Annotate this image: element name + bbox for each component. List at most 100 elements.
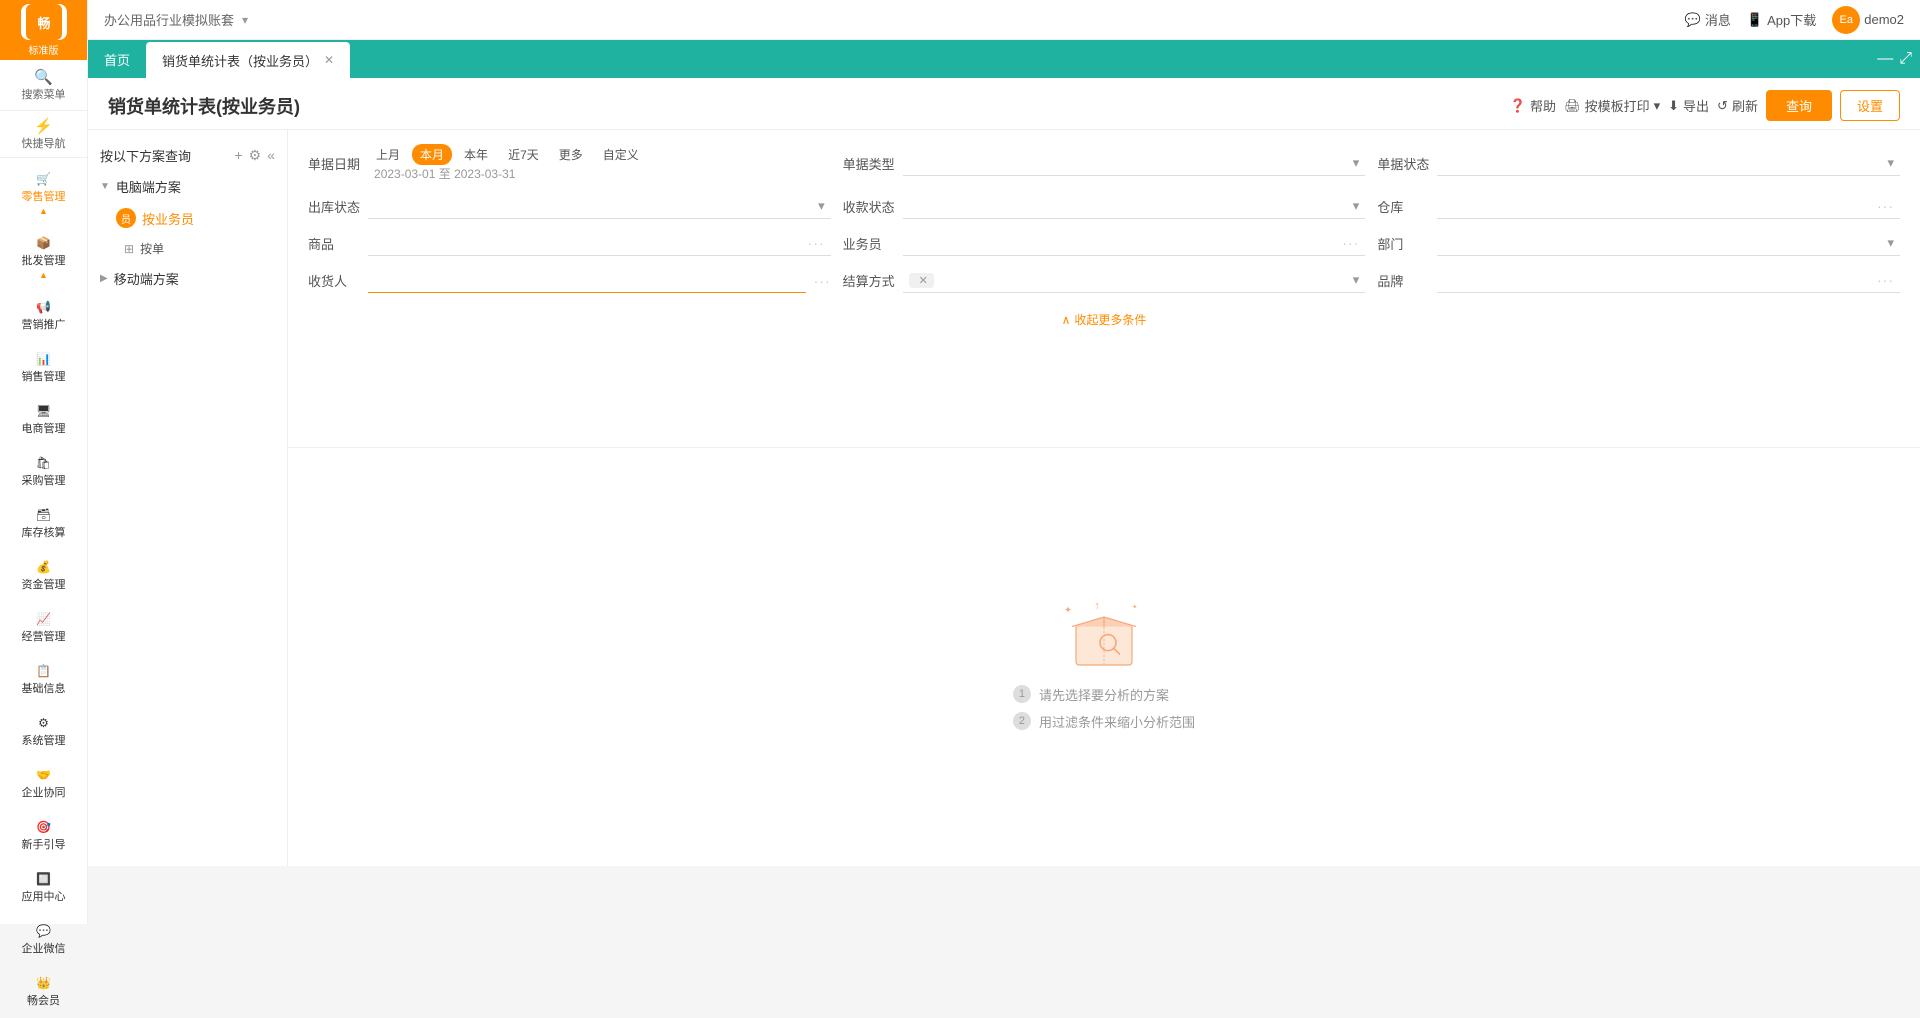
refresh-icon: ↺ <box>1717 98 1728 114</box>
tabbar: 首页 销货单统计表（按业务员） ✕ — ⤢ <box>88 40 1920 78</box>
date-btn-custom[interactable]: 自定义 <box>595 144 647 165</box>
receiver-input[interactable] <box>368 269 806 293</box>
sidebar-item-basic[interactable]: 📋 基础信息 <box>0 654 87 706</box>
scheme-group-mobile-title[interactable]: ▶ 移动端方案 <box>88 263 287 294</box>
receiver-dots[interactable]: ··· <box>814 273 831 289</box>
collapse-bar[interactable]: ∧ 收起更多条件 <box>308 305 1900 334</box>
tabbar-right: — ⤢ <box>1877 50 1920 68</box>
empty-tip-2: 2 用过滤条件来缩小分析范围 <box>1013 712 1195 731</box>
sidebar-item-operation[interactable]: 📈 经营管理 <box>0 602 87 654</box>
setting-scheme-btn[interactable]: ⚙ <box>249 147 262 164</box>
sidebar-item-weixin[interactable]: 💬 企业微信 <box>0 914 87 966</box>
goods-select[interactable]: ··· <box>368 231 831 256</box>
date-btn-this-month[interactable]: 本月 <box>412 144 452 165</box>
export-btn[interactable]: ⬇ 导出 <box>1668 96 1709 115</box>
left-panel: 按以下方案查询 + ⚙ « ▼ 电脑端方案 员 按业务员 <box>88 130 288 866</box>
salesperson-label: 业务员 <box>843 234 895 253</box>
sidebar-item-newbie[interactable]: 🎯 新手引导 <box>0 810 87 862</box>
filter-row-3: 商品 ··· 业务员 ··· 部门 <box>308 231 1900 256</box>
warehouse-select[interactable]: ··· <box>1437 194 1900 219</box>
tab-home[interactable]: 首页 <box>88 40 146 78</box>
refresh-btn[interactable]: ↺ 刷新 <box>1717 96 1758 115</box>
date-range-display: 2023-03-01 至 2023-03-31 <box>374 165 831 182</box>
tab-sales-stat[interactable]: 销货单统计表（按业务员） ✕ <box>146 42 350 78</box>
tabbar-minimize-btn[interactable]: — <box>1877 50 1893 68</box>
doc-type-select[interactable]: ▾ <box>903 151 1366 176</box>
sidebar-search[interactable]: 🔍 按以下方案查询 搜索菜单 <box>0 60 87 111</box>
help-btn[interactable]: ❓ 帮助 <box>1510 96 1556 115</box>
weixin-icon: 💬 <box>36 924 51 938</box>
scheme-item-salesperson[interactable]: 员 按业务员 <box>88 202 287 234</box>
date-btn-7days[interactable]: 近7天 <box>500 144 547 165</box>
app-download-btn[interactable]: 📱 App下载 <box>1747 10 1816 29</box>
department-select[interactable]: ▾ <box>1437 231 1900 256</box>
receiver-field: 收货人 ··· <box>308 269 831 293</box>
empty-state: ✦ ✦ ↑ 1 <box>288 458 1920 867</box>
filter-row-2: 出库状态 ▾ 收款状态 ▾ <box>308 194 1900 219</box>
salesperson-dots: ··· <box>1342 235 1359 251</box>
topbar: 办公用品行业模拟账套 ▾ 💬 消息 📱 App下载 Ea demo2 <box>88 0 1920 40</box>
print-btn[interactable]: 🖨 按模板打印 ▾ <box>1564 96 1660 115</box>
sidebar-item-purchase[interactable]: 🛍 采购管理 <box>0 446 87 498</box>
sidebar-item-retail[interactable]: 🛒 零售管理 ▲ <box>0 162 87 226</box>
scheme-group-desktop-title[interactable]: ▼ 电脑端方案 <box>88 171 287 202</box>
tabbar-maximize-btn[interactable]: ⤢ <box>1899 50 1912 68</box>
sidebar-item-wholesale[interactable]: 📦 批发管理 ▲ <box>0 226 87 290</box>
page-action-area: ❓ 帮助 🖨 按模板打印 ▾ ⬇ 导出 ↺ 刷新 查询 设置 <box>1510 90 1900 121</box>
user-menu[interactable]: Ea demo2 <box>1832 6 1904 34</box>
scheme-item-order[interactable]: ⊞ 按单 <box>88 234 287 263</box>
quicknav-icon: ⚡ <box>4 117 83 135</box>
date-btn-this-year[interactable]: 本年 <box>456 144 496 165</box>
print-dropdown-icon[interactable]: ▾ <box>1654 98 1661 114</box>
topbar-dropdown-arrow[interactable]: ▾ <box>242 13 248 27</box>
sidebar-item-system[interactable]: ⚙ 系统管理 <box>0 706 87 758</box>
sidebar-item-inventory[interactable]: 🗃 库存核算 <box>0 498 87 550</box>
logo-text: 标准版 <box>29 42 59 57</box>
svg-text:✦: ✦ <box>1064 605 1072 616</box>
query-button[interactable]: 查询 <box>1766 90 1832 121</box>
sidebar-quicknav[interactable]: ⚡ 快捷导航 <box>0 111 87 158</box>
add-scheme-btn[interactable]: + <box>234 147 242 164</box>
doc-status-field: 单据状态 ▾ <box>1377 151 1900 176</box>
topbar-title: 办公用品行业模拟账套 <box>104 10 234 29</box>
date-btn-last-month[interactable]: 上月 <box>368 144 408 165</box>
outbound-select[interactable]: ▾ <box>368 194 831 219</box>
tab-close-btn[interactable]: ✕ <box>324 53 334 67</box>
sidebar-item-marketing[interactable]: 📢 营销推广 <box>0 290 87 342</box>
doc-status-select[interactable]: ▾ <box>1437 151 1900 176</box>
sales-icon: 📊 <box>36 352 51 366</box>
doc-type-label: 单据类型 <box>843 154 895 173</box>
tip-num-1: 1 <box>1013 685 1031 703</box>
message-btn[interactable]: 💬 消息 <box>1685 10 1731 29</box>
collapse-panel-btn[interactable]: « <box>267 147 275 164</box>
warehouse-dots: ··· <box>1877 198 1894 214</box>
salesperson-select[interactable]: ··· <box>903 231 1366 256</box>
brand-dots: ··· <box>1877 272 1894 288</box>
settlement-tag: ✕ <box>909 273 934 288</box>
setting-button[interactable]: 设置 <box>1840 90 1900 121</box>
sidebar-item-finance[interactable]: 💰 资金管理 <box>0 550 87 602</box>
doc-type-field: 单据类型 ▾ <box>843 151 1366 176</box>
scheme-group-mobile: ▶ 移动端方案 <box>88 263 287 294</box>
date-label: 单据日期 <box>308 154 360 173</box>
settlement-select[interactable]: ✕ ▾ <box>903 268 1366 293</box>
wholesale-icon: 📦 <box>36 236 51 250</box>
payment-select[interactable]: ▾ <box>903 194 1366 219</box>
member-icon: 👑 <box>36 976 51 990</box>
settlement-tag-close[interactable]: ✕ <box>919 274 928 287</box>
department-label: 部门 <box>1377 234 1429 253</box>
date-btn-more[interactable]: 更多 <box>551 144 591 165</box>
separator <box>288 447 1920 448</box>
sidebar-item-enterprise[interactable]: 🤝 企业协同 <box>0 758 87 810</box>
empty-tips: 1 请先选择要分析的方案 2 用过滤条件来缩小分析范围 <box>1013 685 1195 731</box>
goods-label: 商品 <box>308 234 360 253</box>
sidebar-item-sales[interactable]: 📊 销售管理 <box>0 342 87 394</box>
sidebar-item-member[interactable]: 👑 畅会员 <box>0 966 87 1018</box>
date-field: 单据日期 上月 本月 本年 近7天 更多 自定义 20 <box>308 144 831 182</box>
sidebar-item-appcenter[interactable]: 🔲 应用中心 <box>0 862 87 914</box>
brand-select[interactable]: ··· <box>1437 268 1900 293</box>
sidebar-item-ecommerce[interactable]: 🖥 电商管理 <box>0 394 87 446</box>
scheme-sub-icon: ⊞ <box>124 242 134 256</box>
sidebar: 畅 标准版 🔍 按以下方案查询 搜索菜单 ⚡ 快捷导航 🛒 零售管理 ▲ 📦 批… <box>0 0 88 924</box>
main-area: 办公用品行业模拟账套 ▾ 💬 消息 📱 App下载 Ea demo2 首页 销货… <box>88 0 1920 924</box>
